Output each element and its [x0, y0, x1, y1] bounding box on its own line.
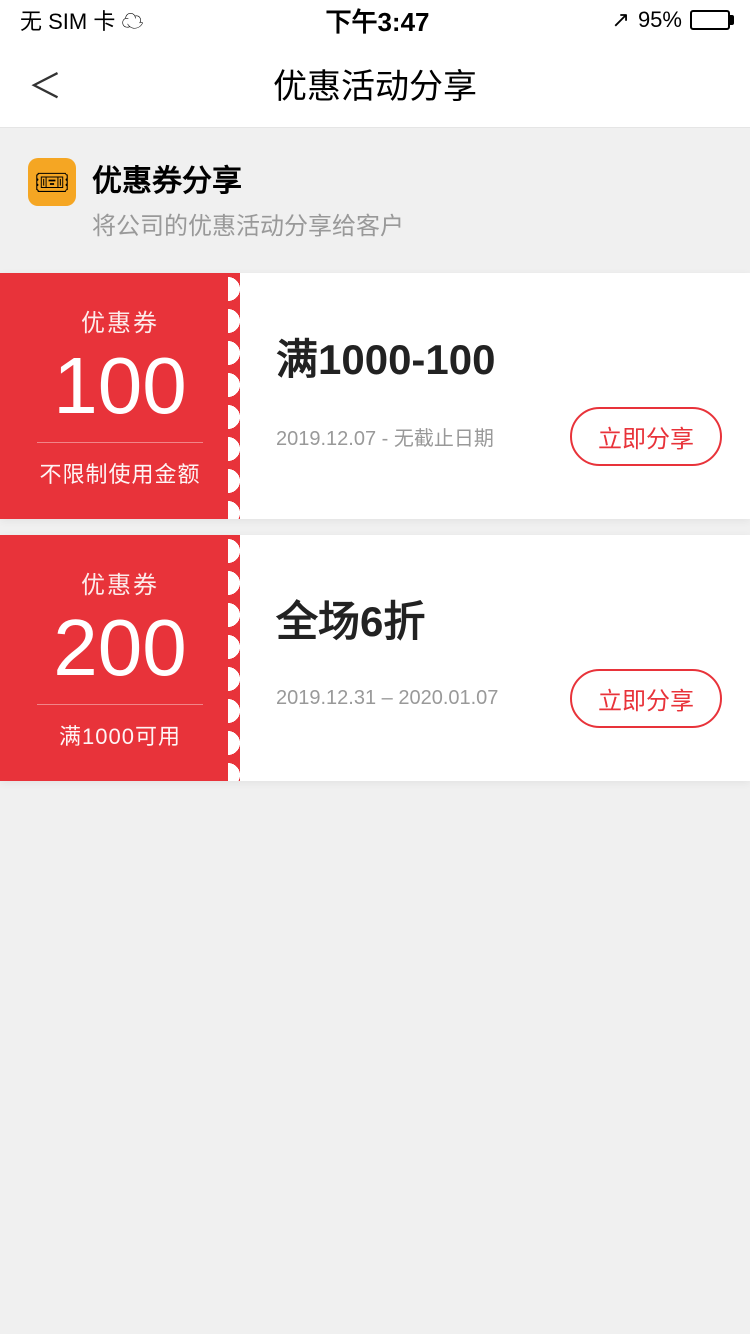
coupon-title-1: 满1000-100: [276, 326, 722, 387]
coupon-amount-2: 200: [53, 608, 186, 688]
status-left: 无 SIM 卡 ☁: [20, 4, 143, 36]
coupon-left-2: 优惠券 200 满1000可用: [0, 535, 240, 781]
page-title: 优惠活动分享: [273, 59, 477, 108]
section-subtitle: 将公司的优惠活动分享给客户: [92, 206, 404, 241]
coupon-bottom-2: 2019.12.31 – 2020.01.07 立即分享: [276, 669, 722, 728]
battery-icon: [690, 10, 730, 30]
status-bar: 无 SIM 卡 ☁ 下午3:47 ↗ 95%: [0, 0, 750, 40]
coupon-left-1: 优惠券 100 不限制使用金额: [0, 273, 240, 519]
empty-area: [0, 827, 750, 1327]
coupon-condition-2: 满1000可用: [59, 719, 181, 751]
status-right: ↗ 95%: [612, 7, 730, 33]
sim-label: 无 SIM 卡 ☁: [20, 4, 143, 36]
coupon-date-2: 2019.12.31 – 2020.01.07: [276, 687, 498, 710]
nav-bar: ＜ 优惠活动分享: [0, 40, 750, 128]
coupon-divider-2: [37, 704, 203, 705]
coupon-card-1: 优惠券 100 不限制使用金额 满1000-100 2019.12.07 - 无…: [0, 273, 750, 519]
coupon-bottom-1: 2019.12.07 - 无截止日期 立即分享: [276, 407, 722, 466]
section-text: 优惠券分享 将公司的优惠活动分享给客户: [92, 156, 404, 241]
section-header: 🎟 优惠券分享 将公司的优惠活动分享给客户: [0, 128, 750, 257]
coupon-right-2: 全场6折 2019.12.31 – 2020.01.07 立即分享: [240, 535, 750, 781]
share-button-1[interactable]: 立即分享: [570, 407, 722, 466]
section-icon: 🎟: [28, 158, 76, 206]
section-title: 优惠券分享: [92, 156, 404, 200]
coupon-label-1: 优惠券: [81, 303, 159, 338]
coupon-label-2: 优惠券: [81, 565, 159, 600]
coupon-right-1: 满1000-100 2019.12.07 - 无截止日期 立即分享: [240, 273, 750, 519]
coupon-condition-1: 不限制使用金额: [39, 457, 200, 489]
coupon-icon: 🎟: [34, 166, 70, 199]
back-button[interactable]: ＜: [28, 59, 62, 108]
share-button-2[interactable]: 立即分享: [570, 669, 722, 728]
coupon-divider-1: [37, 442, 203, 443]
coupon-card-2: 优惠券 200 满1000可用 全场6折 2019.12.31 – 2020.0…: [0, 535, 750, 781]
coupon-date-1: 2019.12.07 - 无截止日期: [276, 422, 494, 451]
coupon-title-2: 全场6折: [276, 588, 722, 649]
coupon-amount-1: 100: [53, 346, 186, 426]
signal-icon: ↗: [612, 7, 630, 33]
battery-percent: 95%: [638, 7, 682, 33]
coupon-list: 优惠券 100 不限制使用金额 满1000-100 2019.12.07 - 无…: [0, 273, 750, 827]
status-time: 下午3:47: [325, 2, 429, 39]
